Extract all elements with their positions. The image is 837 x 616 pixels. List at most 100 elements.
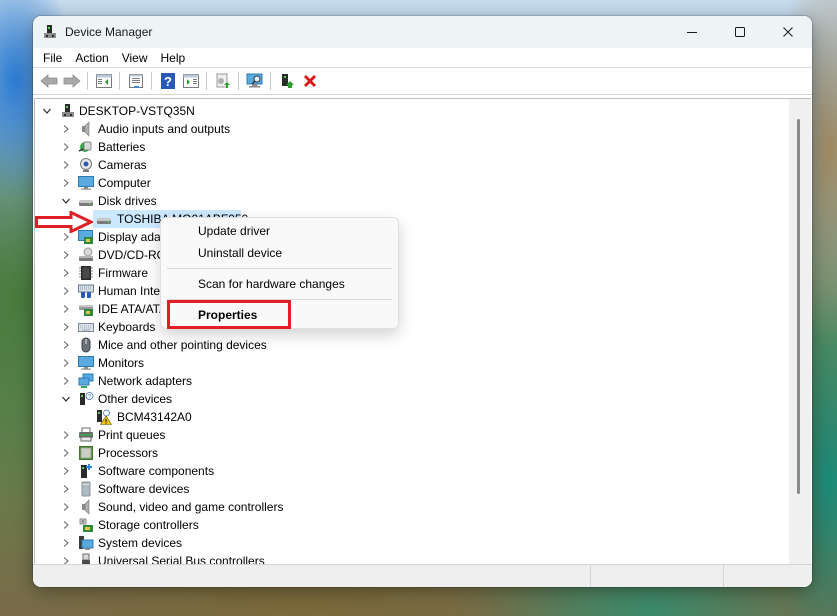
tree-category-storage-controllers[interactable]: Storage controllers [35,516,789,534]
tree-category-universal-serial-bus-controllers[interactable]: Universal Serial Bus controllers [35,552,789,564]
help-button[interactable]: ? [156,70,179,92]
tree-category-firmware[interactable]: Firmware [35,264,789,282]
minimize-icon [687,32,697,33]
context-menu-uninstall-device[interactable]: Uninstall device [198,243,282,263]
scan-hardware-button[interactable] [243,70,266,92]
maximize-button[interactable] [716,16,764,48]
chevron-right-icon[interactable] [61,462,71,480]
chevron-right-icon[interactable] [61,498,71,516]
vertical-scrollbar[interactable] [789,99,811,564]
close-button[interactable] [764,16,812,48]
tree-category-monitors[interactable]: Monitors [35,354,789,372]
tree-category-software-devices[interactable]: Software devices [35,480,789,498]
tree-category-system-devices[interactable]: System devices [35,534,789,552]
toolbar-separator [238,72,239,90]
toolbar-separator [119,72,120,90]
tree-category-dvd-cd-rom-drives[interactable]: DVD/CD-ROM drives [35,246,789,264]
tree-item-label: Network adapters [98,374,193,388]
title-bar[interactable]: Device Manager [33,16,812,48]
tree-item-label: Monitors [98,356,145,370]
context-menu-scan-hardware[interactable]: Scan for hardware changes [198,274,345,294]
tree-item-label: Keyboards [98,320,156,334]
chevron-right-icon[interactable] [61,480,71,498]
maximize-icon [735,27,745,37]
tree-category-other-devices[interactable]: ? Other devices [35,390,789,408]
chevron-right-icon[interactable] [61,444,71,462]
computer-tower-icon [62,104,74,117]
toolbar: ? [33,68,812,95]
chevron-right-icon[interactable] [61,516,71,534]
chevron-right-icon[interactable] [61,318,71,336]
tree-category-print-queues[interactable]: Print queues [35,426,789,444]
enable-device-button[interactable] [275,70,298,92]
update-driver-button[interactable] [211,70,234,92]
tree-category-network-adapters[interactable]: Network adapters [35,372,789,390]
chevron-right-icon[interactable] [61,426,71,444]
properties-button[interactable] [124,70,147,92]
monitor-icon [78,356,94,370]
tree-category-disk-drives[interactable]: Disk drives [35,192,789,210]
show-hide-action-pane-button[interactable] [179,70,202,92]
uninstall-device-button[interactable] [298,70,321,92]
chevron-right-icon[interactable] [61,282,71,300]
menu-view[interactable]: View [116,51,154,65]
chevron-right-icon[interactable] [61,156,71,174]
chevron-right-icon[interactable] [61,120,71,138]
chevron-down-icon[interactable] [61,192,71,210]
chevron-right-icon[interactable] [61,174,71,192]
menu-file[interactable]: File [37,51,68,65]
tree-category-cameras[interactable]: Cameras [35,156,789,174]
show-hide-console-tree-icon [95,74,112,88]
context-menu-properties[interactable]: Properties [198,305,257,325]
tree-item-label: Universal Serial Bus controllers [98,554,265,564]
tree-root[interactable]: DESKTOP-VSTQ35N [35,102,789,120]
status-cell [724,565,809,587]
svg-text:?: ? [164,74,172,89]
tree-category-display-adapters[interactable]: Display adapters [35,228,789,246]
forward-button[interactable] [60,70,83,92]
tree-category-audio-inputs-and-outputs[interactable]: Audio inputs and outputs [35,120,789,138]
tree-item-label: Software devices [98,482,190,496]
chevron-right-icon[interactable] [61,354,71,372]
tree-category-ide-ata-atapi-controllers[interactable]: IDE ATA/ATAPI controllers [35,300,789,318]
tree-category-batteries[interactable]: Batteries [35,138,789,156]
disk-drive-icon [79,200,93,206]
chevron-right-icon[interactable] [61,264,71,282]
chevron-right-icon[interactable] [61,300,71,318]
tree-item-label: Computer [98,176,151,190]
back-button[interactable] [37,70,60,92]
tree-category-software-components[interactable]: Software components [35,462,789,480]
minimize-button[interactable] [668,16,716,48]
tree-category-human-interface-devices[interactable]: Human Interface Devices [35,282,789,300]
chevron-right-icon[interactable] [61,336,71,354]
chevron-right-icon[interactable] [61,372,71,390]
chevron-right-icon[interactable] [61,246,71,264]
chevron-right-icon[interactable] [61,138,71,156]
monitor-icon [78,176,94,190]
tree-item-label: Processors [98,446,159,460]
tree-category-sound-video-and-game-controllers[interactable]: Sound, video and game controllers [35,498,789,516]
chevron-down-icon[interactable] [42,102,52,120]
show-hide-console-tree-button[interactable] [92,70,115,92]
tree-item-label: Other devices [98,392,173,406]
tree-device-bcm43142a0[interactable]: BCM43142A0 [35,408,789,426]
chevron-right-icon[interactable] [61,534,71,552]
menu-action[interactable]: Action [69,51,114,65]
speaker-icon [82,499,90,515]
tree-device-toshiba-mq01abf050[interactable]: TOSHIBA MQ01ABF050 [35,210,789,228]
menu-help[interactable]: Help [155,51,192,65]
chevron-down-icon[interactable] [61,390,71,408]
ide-controller-icon [79,305,93,316]
tree-category-processors[interactable]: Processors [35,444,789,462]
device-tree-pane: DESKTOP-VSTQ35N Audio inputs and outputs B… [34,98,811,564]
hid-icon [78,284,94,298]
keyboard-icon [78,323,94,332]
tree-category-keyboards[interactable]: Keyboards [35,318,789,336]
forward-icon [63,74,81,88]
tree-category-mice-and-other-pointing-devices[interactable]: Mice and other pointing devices [35,336,789,354]
tree-item-label: Firmware [98,266,148,280]
chevron-right-icon[interactable] [61,552,71,564]
tree-category-computer[interactable]: Computer [35,174,789,192]
context-menu-update-driver[interactable]: Update driver [198,221,270,241]
scrollbar-thumb[interactable] [797,119,800,494]
